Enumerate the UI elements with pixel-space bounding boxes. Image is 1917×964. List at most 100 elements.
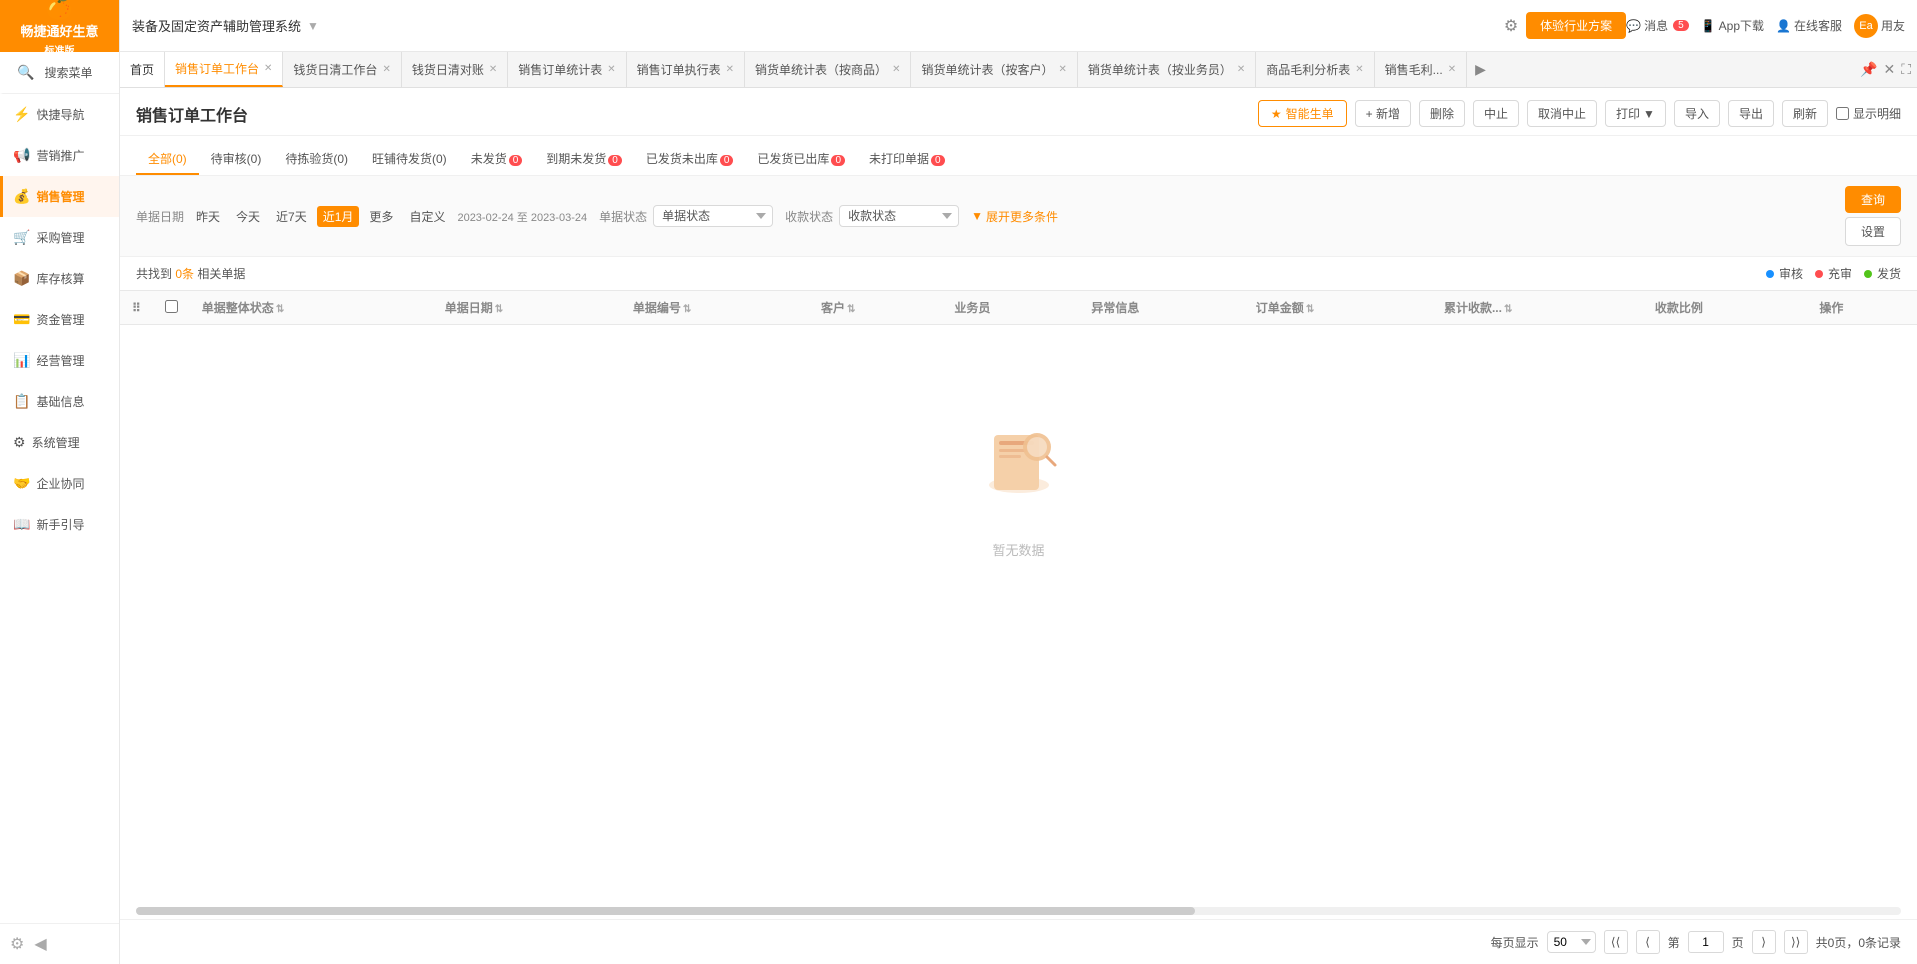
sidebar-settings-btn[interactable]: ⚙	[10, 934, 24, 954]
horizontal-scrollbar[interactable]	[136, 907, 1901, 915]
refresh-button[interactable]: 刷新	[1782, 100, 1828, 127]
sidebar-item-purchase[interactable]: 🛒 采购管理	[0, 217, 119, 258]
tab-sales-margin[interactable]: 销售毛利... ✕	[1375, 52, 1467, 87]
message-btn[interactable]: 💬 消息 5	[1626, 17, 1689, 34]
subtab-pending-audit[interactable]: 待审核(0)	[199, 144, 274, 175]
delete-button[interactable]: 删除	[1419, 100, 1465, 127]
tab-home[interactable]: 首页	[120, 52, 165, 87]
tab-gross-margin[interactable]: 商品毛利分析表 ✕	[1256, 52, 1374, 87]
new-button[interactable]: + 新增	[1355, 100, 1411, 127]
tab-close-icon[interactable]: ✕	[892, 64, 900, 75]
tab-sales-order-workbench[interactable]: 销售订单工作台 ✕	[165, 52, 283, 87]
tab-close-icon[interactable]: ✕	[726, 64, 734, 75]
sidebar-item-marketing[interactable]: 📢 营销推广	[0, 135, 119, 176]
subtab-pending-pick[interactable]: 待拣验货(0)	[273, 144, 360, 175]
tab-sales-stats[interactable]: 销售订单统计表 ✕	[508, 52, 626, 87]
message-icon: 💬	[1626, 19, 1641, 33]
tab-close-icon[interactable]: ✕	[607, 64, 615, 75]
date-btn-today[interactable]: 今天	[230, 206, 266, 227]
app-download-btn[interactable]: 📱 App下载	[1701, 17, 1764, 34]
data-table: ⠿ 单据整体状态⇅ 单据日期⇅ 单据编号⇅ 客户⇅ 业务员 异常信息 订单金额⇅…	[120, 290, 1917, 639]
subtab-shipped-out[interactable]: 已发货已出库0	[745, 144, 857, 175]
date-btn-yesterday[interactable]: 昨天	[190, 206, 226, 227]
export-button[interactable]: 导出	[1728, 100, 1774, 127]
detail-checkbox-input[interactable]	[1836, 107, 1849, 120]
date-btn-7days[interactable]: 近7天	[270, 206, 313, 227]
subtab-all[interactable]: 全部(0)	[136, 144, 199, 175]
tab-sales-by-salesperson[interactable]: 销货单统计表（按业务员） ✕	[1078, 52, 1256, 87]
date-btn-1month[interactable]: 近1月	[317, 206, 360, 227]
topbar-settings-icon[interactable]: ⚙	[1504, 16, 1518, 36]
filter-settings-button[interactable]: 设置	[1845, 217, 1901, 246]
th-number[interactable]: 单据编号⇅	[621, 291, 809, 325]
tab-fullscreen-icon[interactable]: ⛶	[1901, 61, 1911, 78]
tab-pin-icon[interactable]: 📌	[1860, 61, 1877, 78]
sidebar-search[interactable]: 🔍 搜索菜单	[0, 52, 119, 94]
sidebar-item-quicknav[interactable]: ⚡ 快捷导航	[0, 94, 119, 135]
online-service-btn[interactable]: 👤 在线客服	[1776, 17, 1842, 34]
th-status[interactable]: 单据整体状态⇅	[190, 291, 433, 325]
th-collected[interactable]: 累计收款...⇅	[1432, 291, 1643, 325]
tab-close-icon[interactable]: ✕	[489, 64, 497, 75]
sidebar-item-enterprise[interactable]: 🤝 企业协同	[0, 463, 119, 504]
subtab-badge: 0	[720, 155, 734, 166]
dropdown-arrow-icon[interactable]: ▼	[307, 19, 319, 33]
tab-close-icon[interactable]: ✕	[1237, 64, 1245, 75]
subtab-wangpu-pending[interactable]: 旺铺待发货(0)	[360, 144, 459, 175]
page-next-btn[interactable]: ⟩	[1752, 930, 1776, 954]
sidebar-item-sales[interactable]: 💰 销售管理	[0, 176, 119, 217]
tab-sales-by-product[interactable]: 销货单统计表（按商品） ✕	[745, 52, 911, 87]
tab-close-icon[interactable]: ✕	[1355, 64, 1363, 75]
tab-close-icon[interactable]: ✕	[264, 63, 272, 74]
stop-button[interactable]: 中止	[1473, 100, 1519, 127]
page-size-select[interactable]: 50 10 20 100	[1547, 931, 1596, 953]
tab-sales-exec[interactable]: 销售订单执行表 ✕	[627, 52, 745, 87]
sidebar-item-basicinfo[interactable]: 📋 基础信息	[0, 381, 119, 422]
tab-daily-clearing[interactable]: 钱货日清工作台 ✕	[283, 52, 401, 87]
audit-bulk-btn[interactable]: 审核	[1766, 265, 1803, 282]
void-bulk-btn[interactable]: 充审	[1815, 265, 1852, 282]
tab-close-icon[interactable]: ✕	[1058, 64, 1066, 75]
page-input[interactable]	[1688, 931, 1724, 953]
smart-generate-button[interactable]: ★ 智能生单	[1258, 100, 1347, 127]
payment-filter-select[interactable]: 收款状态	[839, 205, 959, 227]
subtab-overdue-ship[interactable]: 到期未发货0	[534, 144, 634, 175]
deliver-bulk-btn[interactable]: 发货	[1864, 265, 1901, 282]
import-button[interactable]: 导入	[1674, 100, 1720, 127]
page-first-btn[interactable]: ⟨⟨	[1604, 930, 1628, 954]
th-check[interactable]	[153, 291, 190, 325]
tab-close-icon[interactable]: ✕	[382, 64, 390, 75]
sidebar-item-inventory[interactable]: 📦 库存核算	[0, 258, 119, 299]
tab-more-btn[interactable]: ▶	[1467, 52, 1494, 87]
th-amount[interactable]: 订单金额⇅	[1244, 291, 1432, 325]
sidebar-item-operation[interactable]: 📊 经营管理	[0, 340, 119, 381]
subtab-not-printed[interactable]: 未打印单据0	[857, 144, 957, 175]
tab-daily-reconcile[interactable]: 钱货日清对账 ✕	[402, 52, 508, 87]
page-last-btn[interactable]: ⟩⟩	[1784, 930, 1808, 954]
th-date[interactable]: 单据日期⇅	[433, 291, 621, 325]
print-button[interactable]: 打印 ▼	[1605, 100, 1666, 127]
query-button[interactable]: 查询	[1845, 186, 1901, 213]
sidebar-item-guide[interactable]: 📖 新手引导	[0, 504, 119, 545]
scrollbar-thumb[interactable]	[136, 907, 1195, 915]
subtab-not-shipped[interactable]: 未发货0	[459, 144, 535, 175]
logo-icon: 🍊	[46, 0, 73, 21]
date-btn-custom[interactable]: 自定义	[403, 206, 451, 227]
tab-close-all-icon[interactable]: ✕	[1883, 61, 1895, 78]
sidebar-collapse-btn[interactable]: ◀	[34, 934, 46, 954]
subtab-shipped-not-out[interactable]: 已发货未出库0	[634, 144, 746, 175]
th-customer[interactable]: 客户⇅	[809, 291, 942, 325]
solution-button[interactable]: 体验行业方案	[1526, 12, 1626, 39]
tab-close-icon[interactable]: ✕	[1448, 64, 1456, 75]
user-profile-btn[interactable]: Ea 用友	[1854, 14, 1905, 38]
show-detail-checkbox[interactable]: 显示明细	[1836, 105, 1901, 122]
expand-filter-btn[interactable]: ▼ 展开更多条件	[971, 208, 1058, 225]
sidebar-item-finance[interactable]: 💳 资金管理	[0, 299, 119, 340]
status-filter-select[interactable]: 单据状态	[653, 205, 773, 227]
tab-sales-by-customer[interactable]: 销货单统计表（按客户） ✕	[911, 52, 1077, 87]
sidebar-item-system[interactable]: ⚙ 系统管理	[0, 422, 119, 463]
select-all-checkbox[interactable]	[165, 300, 178, 313]
cancel-stop-button[interactable]: 取消中止	[1527, 100, 1597, 127]
date-btn-more[interactable]: 更多	[363, 206, 399, 227]
page-prev-btn[interactable]: ⟨	[1636, 930, 1660, 954]
